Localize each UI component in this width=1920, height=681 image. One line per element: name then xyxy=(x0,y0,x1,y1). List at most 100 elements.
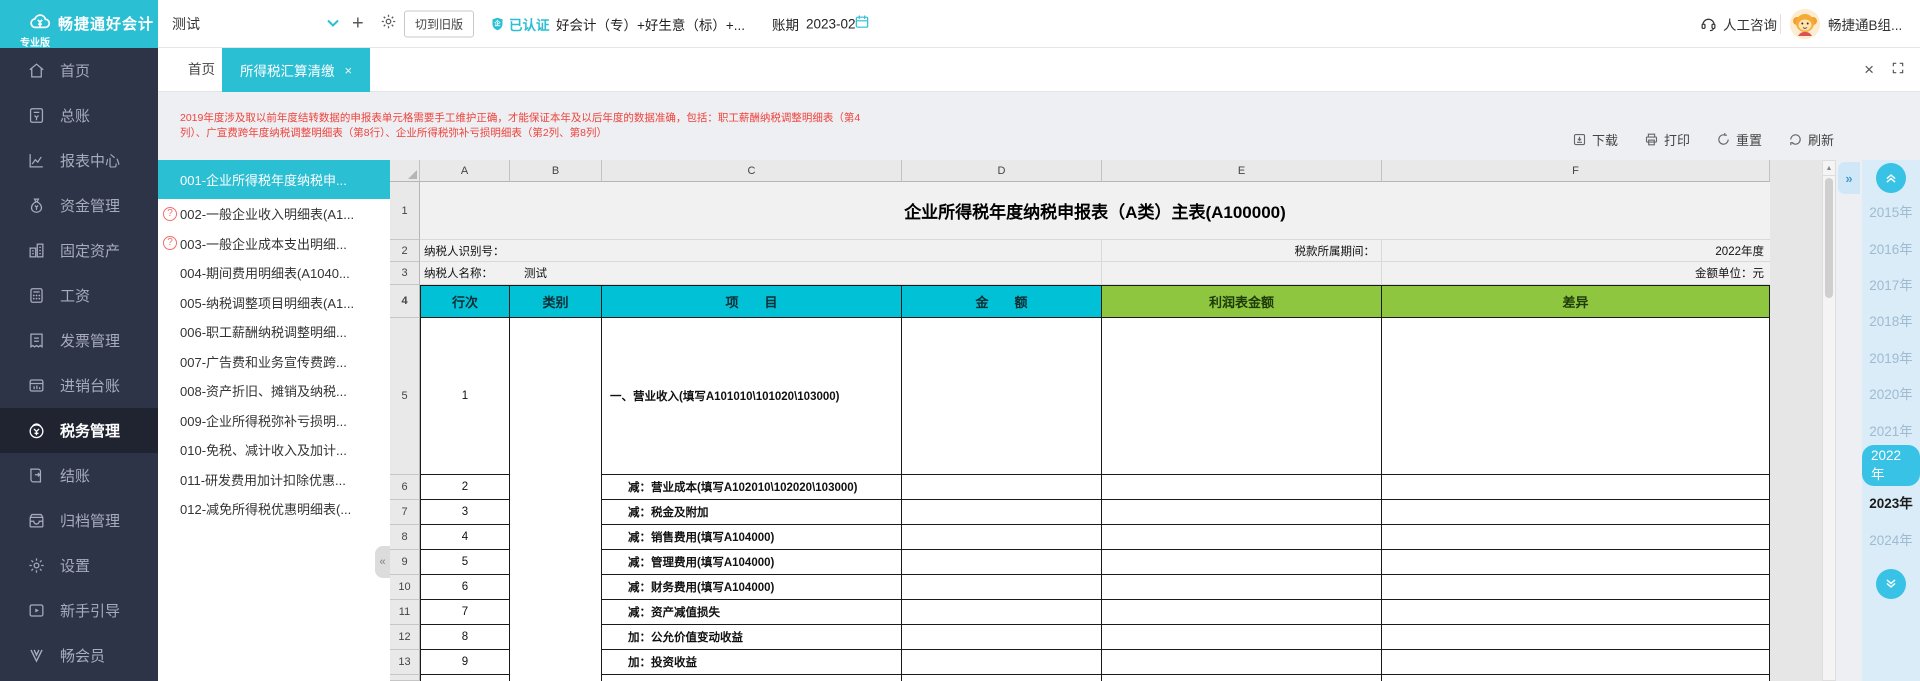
year-item-2018[interactable]: 2018年 xyxy=(1869,302,1913,338)
item-cell[interactable]: 减：管理费用(填写A104000) xyxy=(602,550,902,575)
row-header[interactable]: 3 xyxy=(390,262,420,285)
nav-item-home[interactable]: 首页 xyxy=(0,48,158,93)
difference-cell[interactable] xyxy=(1382,575,1770,600)
line-no-cell[interactable]: 3 xyxy=(420,500,510,525)
category-merged-cell[interactable] xyxy=(510,550,602,575)
category-merged-cell[interactable] xyxy=(510,525,602,550)
year-item-2019[interactable]: 2019年 xyxy=(1869,339,1913,375)
form-item-008[interactable]: 008-资产折旧、摊销及纳税... xyxy=(158,376,390,406)
nav-item-beginner-guide[interactable]: 新手引导 xyxy=(0,588,158,633)
form-item-009[interactable]: 009-企业所得税弥补亏损明... xyxy=(158,406,390,436)
gear-icon[interactable] xyxy=(380,13,397,35)
taxpayer-name-cell[interactable]: 纳税人名称： 测试 xyxy=(420,262,1102,285)
item-cell[interactable]: 减：营业成本(填写A102010\102020\103000) xyxy=(602,475,902,500)
nav-item-member[interactable]: 畅会员 xyxy=(0,633,158,678)
line-no-cell[interactable]: 5 xyxy=(420,550,510,575)
income-statement-cell[interactable] xyxy=(1102,625,1382,650)
calendar-icon[interactable] xyxy=(854,13,870,34)
form-item-012[interactable]: 012-减免所得税优惠明细表(... xyxy=(158,494,390,524)
row-header[interactable]: 11 xyxy=(390,600,420,625)
year-item-2022[interactable]: 2022年 xyxy=(1862,445,1920,487)
fullscreen-icon[interactable] xyxy=(1891,61,1905,80)
category-merged-cell[interactable] xyxy=(510,650,602,675)
column-header-e[interactable]: E xyxy=(1102,160,1382,182)
header-difference[interactable]: 差异 xyxy=(1382,285,1770,318)
line-no-cell[interactable]: 6 xyxy=(420,575,510,600)
category-merged-cell[interactable] xyxy=(510,500,602,525)
refresh-button[interactable]: 刷新 xyxy=(1788,130,1834,149)
avatar[interactable] xyxy=(1790,8,1820,39)
column-header-c[interactable]: C xyxy=(602,160,902,182)
user-name[interactable]: 畅捷通B组... xyxy=(1828,14,1918,34)
nav-item-report-center[interactable]: 报表中心 xyxy=(0,138,158,183)
row-header[interactable]: 13 xyxy=(390,650,420,675)
category-merged-cell[interactable] xyxy=(510,600,602,625)
nav-item-invoice[interactable]: 发票管理 xyxy=(0,318,158,363)
income-statement-cell[interactable] xyxy=(1102,475,1382,500)
scrollbar-thumb[interactable] xyxy=(1825,178,1833,298)
year-item-2021[interactable]: 2021年 xyxy=(1869,411,1913,447)
certified-badge[interactable]: 企 已认证 xyxy=(490,14,550,34)
amount-cell[interactable] xyxy=(902,625,1102,650)
amount-cell[interactable] xyxy=(902,550,1102,575)
difference-cell[interactable] xyxy=(1382,525,1770,550)
row-header[interactable]: 6 xyxy=(390,475,420,500)
form-item-010[interactable]: 010-免税、减计收入及加计... xyxy=(158,435,390,465)
difference-cell[interactable] xyxy=(1382,475,1770,500)
row-header[interactable]: 2 xyxy=(390,240,420,262)
item-cell[interactable]: 加：投资收益 xyxy=(602,650,902,675)
form-item-001[interactable]: 001-企业所得税年度纳税申... xyxy=(158,160,390,199)
year-scroll-up-icon[interactable] xyxy=(1876,163,1906,193)
amount-unit-cell[interactable]: 金额单位：元 xyxy=(1382,262,1770,285)
amount-cell[interactable] xyxy=(902,525,1102,550)
nav-item-settings[interactable]: 设置 xyxy=(0,543,158,588)
download-button[interactable]: 下载 xyxy=(1572,130,1618,149)
form-item-002[interactable]: ? 002-一般企业收入明细表(A1... xyxy=(158,199,390,229)
help-question-icon[interactable]: ? xyxy=(163,236,177,251)
row-header[interactable]: 10 xyxy=(390,575,420,600)
difference-cell[interactable] xyxy=(1382,500,1770,525)
vertical-scrollbar[interactable]: ▲ xyxy=(1822,160,1836,681)
column-header-f[interactable]: F xyxy=(1382,160,1770,182)
difference-cell[interactable] xyxy=(1382,550,1770,575)
row-header[interactable] xyxy=(390,675,420,681)
item-cell[interactable]: 一、营业收入(填写A101010\101020\103000) xyxy=(602,318,902,475)
item-cell[interactable]: 加：公允价值变动收益 xyxy=(602,625,902,650)
year-item-2020[interactable]: 2020年 xyxy=(1869,375,1913,411)
column-header-d[interactable]: D xyxy=(902,160,1102,182)
tab-close-icon[interactable]: × xyxy=(345,63,353,78)
amount-cell[interactable] xyxy=(902,500,1102,525)
line-no-cell[interactable]: 4 xyxy=(420,525,510,550)
row-header[interactable]: 8 xyxy=(390,525,420,550)
form-item-007[interactable]: 007-广告费和业务宣传费跨... xyxy=(158,347,390,377)
difference-cell[interactable] xyxy=(1382,650,1770,675)
header-income-statement-amount[interactable]: 利润表金额 xyxy=(1102,285,1382,318)
period-value[interactable]: 2023-02 xyxy=(806,16,856,31)
income-statement-cell[interactable] xyxy=(1102,550,1382,575)
amount-cell[interactable] xyxy=(902,475,1102,500)
expand-year-panel-icon[interactable]: » xyxy=(1838,162,1860,194)
year-item-2023[interactable]: 2023年 xyxy=(1869,484,1913,520)
form-item-003[interactable]: ? 003-一般企业成本支出明细... xyxy=(158,229,390,259)
line-no-cell[interactable]: 2 xyxy=(420,475,510,500)
nav-item-general-ledger[interactable]: 总账 xyxy=(0,93,158,138)
nav-item-funds[interactable]: 资金管理 xyxy=(0,183,158,228)
tax-period-label-cell[interactable]: 税款所属期间： xyxy=(1102,240,1382,262)
year-item-2015[interactable]: 2015年 xyxy=(1869,193,1913,229)
category-merged-cell[interactable] xyxy=(510,575,602,600)
chevron-down-icon[interactable] xyxy=(326,15,340,33)
income-statement-cell[interactable] xyxy=(1102,650,1382,675)
category-merged-cell[interactable] xyxy=(510,625,602,650)
income-statement-cell[interactable] xyxy=(1102,600,1382,625)
form-item-011[interactable]: 011-研发费用加计扣除优惠... xyxy=(158,465,390,495)
tax-period-value-cell[interactable]: 2022年度 xyxy=(1382,240,1770,262)
year-item-2024[interactable]: 2024年 xyxy=(1869,521,1913,557)
income-statement-cell[interactable] xyxy=(1102,525,1382,550)
line-no-cell[interactable]: 9 xyxy=(420,650,510,675)
column-header-a[interactable]: A xyxy=(420,160,510,182)
header-category[interactable]: 类别 xyxy=(510,285,602,318)
difference-cell[interactable] xyxy=(1382,600,1770,625)
item-cell[interactable]: 减：税金及附加 xyxy=(602,500,902,525)
select-all-corner[interactable] xyxy=(390,160,420,182)
nav-item-salary[interactable]: 工资 xyxy=(0,273,158,318)
